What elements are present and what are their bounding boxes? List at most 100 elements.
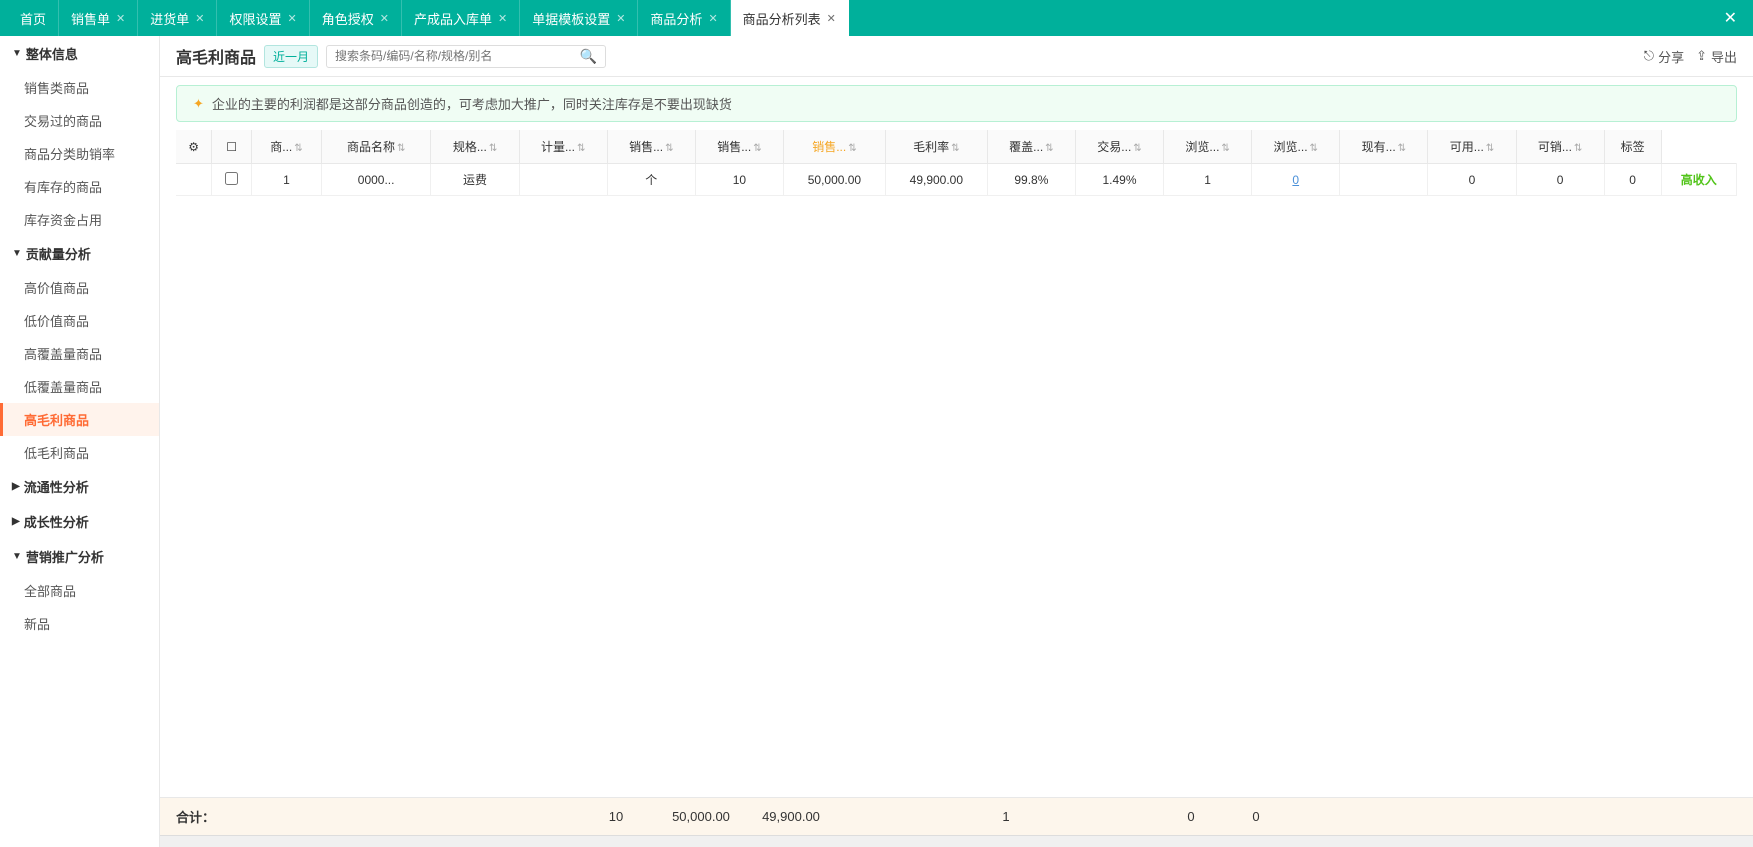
col-coverage[interactable]: 覆盖...⇅: [987, 130, 1075, 164]
close-icon[interactable]: ✕: [195, 12, 204, 25]
sidebar-group-marketing[interactable]: ▼ 营销推广分析: [0, 539, 159, 574]
footer-stock-sellable: 0: [1226, 809, 1286, 824]
col-transactions[interactable]: 交易...⇅: [1075, 130, 1163, 164]
page-title: 高毛利商品: [176, 44, 256, 68]
tab-product-inbound[interactable]: 产成品入库单 ✕: [402, 0, 520, 36]
footer-total: 合计： 10 50,000.00 49,900.00 1 0 0: [160, 797, 1753, 835]
sidebar-item-all-goods[interactable]: 全部商品: [0, 574, 159, 607]
close-icon[interactable]: ✕: [616, 12, 625, 25]
tab-home[interactable]: 首页: [8, 0, 59, 36]
row-unit: 个: [607, 164, 695, 196]
col-stock-sellable[interactable]: 可销...⇅: [1516, 130, 1604, 164]
row-index: 1: [252, 164, 322, 196]
data-table: ⚙ ☐ 商...⇅ 商品名称⇅ 规格...⇅ 计量...⇅ 销售...⇅ 销售.…: [176, 130, 1737, 196]
row-views1[interactable]: 0: [1252, 164, 1340, 196]
col-spec[interactable]: 规格...⇅: [431, 130, 519, 164]
share-button[interactable]: ⎋ 分享: [1644, 47, 1684, 66]
footer-sales-cost: 49,900.00: [746, 809, 836, 824]
row-stock-available: 0: [1516, 164, 1604, 196]
row-name: 运费: [431, 164, 519, 196]
sidebar-item-low-coverage[interactable]: 低覆盖量商品: [0, 370, 159, 403]
chevron-down-icon: ▼: [12, 248, 22, 259]
tab-bar: 首页 销售单 ✕ 进货单 ✕ 权限设置 ✕ 角色授权 ✕ 产成品入库单 ✕ 单据…: [0, 0, 1753, 36]
info-banner: ✦ 企业的主要的利润都是这部分商品创造的，可考虑加大推广，同时关注库存是不要出现…: [176, 85, 1737, 122]
export-icon: ⇪: [1696, 48, 1707, 64]
sidebar-item-low-margin[interactable]: 低毛利商品: [0, 436, 159, 469]
sidebar-item-high-coverage[interactable]: 高覆盖量商品: [0, 337, 159, 370]
row-spec: [519, 164, 607, 196]
tab-template-settings[interactable]: 单据模板设置 ✕: [520, 0, 638, 36]
footer-transactions: 1: [976, 809, 1036, 824]
row-code: 0000...: [321, 164, 431, 196]
chevron-right-icon: ▶: [12, 516, 20, 527]
search-icon[interactable]: 🔍: [580, 48, 597, 65]
col-tag: 标签: [1604, 130, 1661, 164]
col-stock-current[interactable]: 现有...⇅: [1340, 130, 1428, 164]
sidebar-group-liquidity[interactable]: ▶ 流通性分析: [0, 469, 159, 504]
share-icon: ⎋: [1644, 48, 1654, 64]
sidebar-item-traded-goods[interactable]: 交易过的商品: [0, 104, 159, 137]
sidebar-item-high-margin[interactable]: 高毛利商品: [0, 403, 159, 436]
row-gross-margin: 99.8%: [987, 164, 1075, 196]
content-header: 高毛利商品 近一月 🔍 ⎋ 分享 ⇪ 导出: [160, 36, 1753, 77]
close-icon[interactable]: ✕: [116, 12, 125, 25]
period-button[interactable]: 近一月: [264, 45, 318, 68]
col-settings[interactable]: ⚙: [176, 130, 212, 164]
close-icon[interactable]: ✕: [288, 12, 297, 25]
sidebar-item-category-assist[interactable]: 商品分类助销率: [0, 137, 159, 170]
sidebar-group-overall[interactable]: ▼ 整体信息: [0, 36, 159, 71]
table-wrapper: ⚙ ☐ 商...⇅ 商品名称⇅ 规格...⇅ 计量...⇅ 销售...⇅ 销售.…: [160, 130, 1753, 797]
tab-sales-order[interactable]: 销售单 ✕: [59, 0, 138, 36]
row-sales-amount: 50,000.00: [783, 164, 885, 196]
col-name[interactable]: 商品名称⇅: [321, 130, 431, 164]
header-actions: ⎋ 分享 ⇪ 导出: [1644, 47, 1737, 66]
col-sales-amount[interactable]: 销售...⇅: [695, 130, 783, 164]
close-icon[interactable]: ✕: [708, 12, 717, 25]
sidebar-item-sales-goods[interactable]: 销售类商品: [0, 71, 159, 104]
sidebar-group-growth[interactable]: ▶ 成长性分析: [0, 504, 159, 539]
col-stock-available[interactable]: 可用...⇅: [1428, 130, 1516, 164]
footer-sales-amount: 50,000.00: [656, 809, 746, 824]
tab-bar-close-btn[interactable]: ✕: [1716, 8, 1745, 28]
row-transactions: 1: [1164, 164, 1252, 196]
tab-permissions[interactable]: 权限设置 ✕: [217, 0, 309, 36]
col-gross-margin[interactable]: 毛利率⇅: [885, 130, 987, 164]
row-tag: 高收入: [1661, 164, 1737, 196]
sidebar-item-low-value[interactable]: 低价值商品: [0, 304, 159, 337]
col-views2[interactable]: 浏览...⇅: [1252, 130, 1340, 164]
sidebar: ▼ 整体信息 销售类商品 交易过的商品 商品分类助销率 有库存的商品 库存资金占…: [0, 36, 160, 847]
col-sales-cost[interactable]: 销售...⇅: [783, 130, 885, 164]
row-checkbox[interactable]: [212, 164, 252, 196]
sidebar-item-stocked-goods[interactable]: 有库存的商品: [0, 170, 159, 203]
sidebar-item-high-value[interactable]: 高价值商品: [0, 271, 159, 304]
close-icon[interactable]: ✕: [827, 12, 836, 25]
col-unit[interactable]: 计量...⇅: [519, 130, 607, 164]
search-box: 🔍: [326, 45, 606, 68]
export-button[interactable]: ⇪ 导出: [1696, 47, 1737, 66]
row-coverage: 1.49%: [1075, 164, 1163, 196]
chevron-down-icon: ▼: [12, 48, 22, 59]
close-icon[interactable]: ✕: [380, 12, 389, 25]
horizontal-scrollbar[interactable]: [160, 835, 1753, 847]
tab-purchase-order[interactable]: 进货单 ✕: [138, 0, 217, 36]
col-checkbox[interactable]: ☐: [212, 130, 252, 164]
sidebar-group-contribution[interactable]: ▼ 贡献量分析: [0, 236, 159, 271]
table-header-row: ⚙ ☐ 商...⇅ 商品名称⇅ 规格...⇅ 计量...⇅ 销售...⇅ 销售.…: [176, 130, 1737, 164]
tab-product-analysis[interactable]: 商品分析 ✕: [638, 0, 730, 36]
row-sales-cost: 49,900.00: [885, 164, 987, 196]
table-row: 1 0000... 运费 个 10 50,000.00 49,900.00 99…: [176, 164, 1737, 196]
search-input[interactable]: [335, 49, 580, 63]
close-icon[interactable]: ✕: [498, 12, 507, 25]
tab-product-analysis-list[interactable]: 商品分析列表 ✕: [731, 0, 849, 36]
tab-roles[interactable]: 角色授权 ✕: [310, 0, 402, 36]
row-views2: [1340, 164, 1428, 196]
sidebar-item-stock-capital[interactable]: 库存资金占用: [0, 203, 159, 236]
main-layout: ▼ 整体信息 销售类商品 交易过的商品 商品分类助销率 有库存的商品 库存资金占…: [0, 36, 1753, 847]
footer-sales-qty: 10: [576, 809, 656, 824]
content-area: 高毛利商品 近一月 🔍 ⎋ 分享 ⇪ 导出 ✦ 企业的主要的利润都是这部分商品创…: [160, 36, 1753, 847]
sidebar-item-new-goods[interactable]: 新品: [0, 607, 159, 640]
row-sales-qty: 10: [695, 164, 783, 196]
col-code[interactable]: 商...⇅: [252, 130, 322, 164]
col-views1[interactable]: 浏览...⇅: [1164, 130, 1252, 164]
col-sales-qty[interactable]: 销售...⇅: [607, 130, 695, 164]
